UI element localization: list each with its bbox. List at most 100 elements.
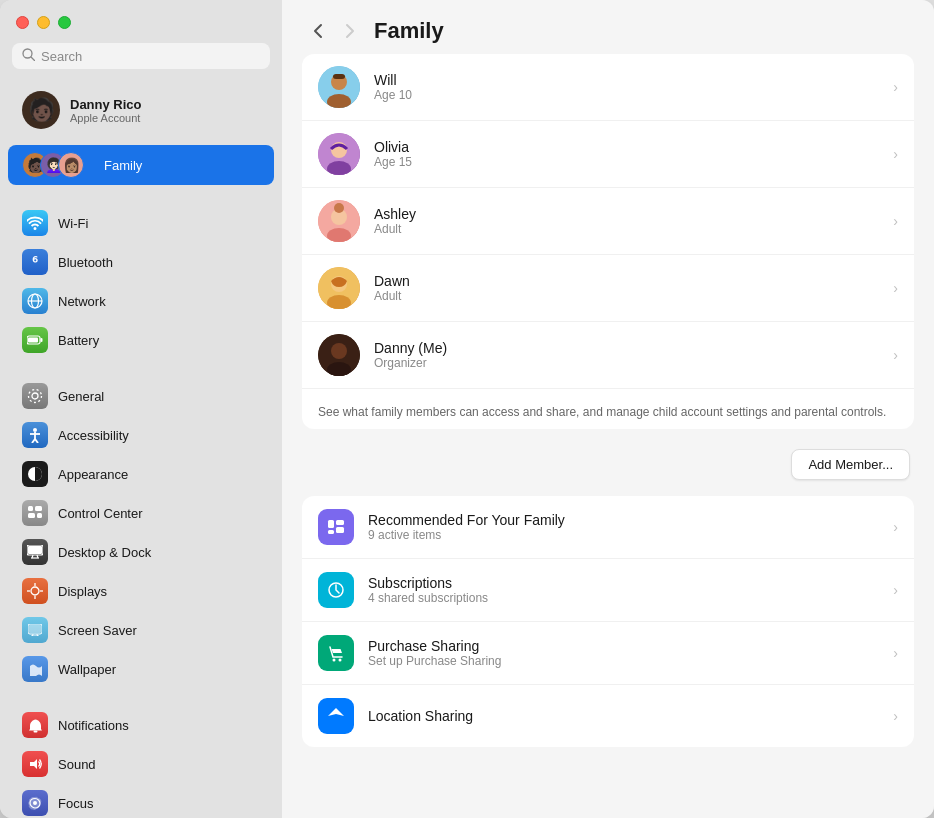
member-avatar-danny — [318, 334, 360, 376]
sidebar-item-displays[interactable]: Displays — [8, 572, 274, 610]
sidebar-item-accessibility[interactable]: Accessibility — [8, 416, 274, 454]
member-role-danny: Organizer — [374, 356, 879, 370]
account-info: Danny Rico Apple Account — [70, 97, 142, 124]
member-info-dawn: Dawn Adult — [374, 273, 879, 303]
member-avatar-dawn — [318, 267, 360, 309]
feature-row-purchase[interactable]: Purchase Sharing Set up Purchase Sharing… — [302, 622, 914, 685]
sidebar-item-network-label: Network — [58, 294, 106, 309]
member-name-ashley: Ashley — [374, 206, 879, 222]
forward-button[interactable] — [338, 19, 362, 43]
member-role-olivia: Age 15 — [374, 155, 879, 169]
feature-name-purchase: Purchase Sharing — [368, 638, 879, 654]
family-avatars: 🧑🏿 👩🏻‍🦱 👩🏽 — [22, 152, 84, 178]
chevron-recommended: › — [893, 519, 898, 535]
close-button[interactable] — [16, 16, 29, 29]
wallpaper-icon — [22, 656, 48, 682]
feature-name-subscriptions: Subscriptions — [368, 575, 879, 591]
sidebar-item-screensaver-label: Screen Saver — [58, 623, 137, 638]
feature-name-location: Location Sharing — [368, 708, 879, 724]
back-button[interactable] — [306, 19, 330, 43]
feature-info-purchase: Purchase Sharing Set up Purchase Sharing — [368, 638, 879, 668]
accessibility-icon — [22, 422, 48, 448]
account-name: Danny Rico — [70, 97, 142, 112]
sidebar-section-prefs: General Accessibility — [0, 376, 282, 689]
sidebar-item-sound[interactable]: Sound — [8, 745, 274, 783]
location-icon — [318, 698, 354, 734]
svg-point-53 — [331, 343, 347, 359]
chevron-right-icon-danny: › — [893, 347, 898, 363]
displays-icon — [22, 578, 48, 604]
sidebar-item-battery[interactable]: Battery — [8, 321, 274, 359]
member-row-will[interactable]: Will Age 10 › — [302, 54, 914, 121]
feature-row-location[interactable]: Location Sharing › — [302, 685, 914, 747]
sidebar-item-wallpaper-label: Wallpaper — [58, 662, 116, 677]
member-row-danny[interactable]: Danny (Me) Organizer › — [302, 322, 914, 389]
traffic-lights — [0, 0, 282, 39]
member-avatar-will — [318, 66, 360, 108]
sidebar-item-network[interactable]: Network — [8, 282, 274, 320]
sidebar-item-bluetooth[interactable]: ⁶ Bluetooth — [8, 243, 274, 281]
sidebar-item-notifications-label: Notifications — [58, 718, 129, 733]
sidebar-item-appearance[interactable]: Appearance — [8, 455, 274, 493]
sidebar-item-sound-label: Sound — [58, 757, 96, 772]
sidebar-item-screensaver[interactable]: Screen Saver — [8, 611, 274, 649]
sidebar-item-desktop-label: Desktop & Dock — [58, 545, 151, 560]
fullscreen-button[interactable] — [58, 16, 71, 29]
sidebar-item-desktop[interactable]: Desktop & Dock — [8, 533, 274, 571]
member-row-olivia[interactable]: Olivia Age 15 › — [302, 121, 914, 188]
feature-row-subscriptions[interactable]: Subscriptions 4 shared subscriptions › — [302, 559, 914, 622]
feature-sub-subscriptions: 4 shared subscriptions — [368, 591, 879, 605]
svg-rect-56 — [336, 520, 344, 525]
minimize-button[interactable] — [37, 16, 50, 29]
sidebar-item-general[interactable]: General — [8, 377, 274, 415]
sidebar-item-focus[interactable]: Focus — [8, 784, 274, 818]
member-info-ashley: Ashley Adult — [374, 206, 879, 236]
sidebar-item-wallpaper[interactable]: Wallpaper — [8, 650, 274, 688]
sidebar-section-misc: Notifications Sound — [0, 705, 282, 818]
page-title: Family — [374, 18, 444, 44]
svg-point-48 — [334, 203, 344, 213]
member-row-dawn[interactable]: Dawn Adult › — [302, 255, 914, 322]
add-member-button[interactable]: Add Member... — [791, 449, 910, 480]
feature-sub-purchase: Set up Purchase Sharing — [368, 654, 879, 668]
appearance-icon — [22, 461, 48, 487]
svg-point-60 — [333, 659, 336, 662]
feature-info-location: Location Sharing — [368, 708, 879, 724]
network-icon — [22, 288, 48, 314]
recommended-icon — [318, 509, 354, 545]
member-name-olivia: Olivia — [374, 139, 879, 155]
svg-rect-6 — [41, 338, 43, 342]
search-box[interactable]: Search — [12, 43, 270, 69]
feature-name-recommended: Recommended For Your Family — [368, 512, 879, 528]
chevron-right-icon-dawn: › — [893, 280, 898, 296]
focus-icon — [22, 790, 48, 816]
svg-point-37 — [33, 801, 37, 805]
sound-icon — [22, 751, 48, 777]
svg-rect-18 — [28, 513, 35, 518]
family-avatar-3: 👩🏽 — [58, 152, 84, 178]
main-header: Family — [282, 0, 934, 54]
member-avatar-ashley — [318, 200, 360, 242]
member-row-ashley[interactable]: Ashley Adult › — [302, 188, 914, 255]
main-content: Will Age 10 › — [282, 54, 934, 818]
feature-sub-recommended: 9 active items — [368, 528, 879, 542]
sidebar-item-controlcenter[interactable]: Control Center — [8, 494, 274, 532]
member-info-will: Will Age 10 — [374, 72, 879, 102]
account-avatar-emoji: 🧑🏿 — [28, 99, 55, 121]
sidebar-item-wifi[interactable]: Wi-Fi — [8, 204, 274, 242]
sidebar-section-network: Wi-Fi ⁶ Bluetooth Network — [0, 203, 282, 360]
sidebar-item-battery-label: Battery — [58, 333, 99, 348]
battery-icon — [22, 327, 48, 353]
sidebar-item-notifications[interactable]: Notifications — [8, 706, 274, 744]
subscriptions-icon — [318, 572, 354, 608]
sidebar-item-bluetooth-label: Bluetooth — [58, 255, 113, 270]
sidebar-item-family[interactable]: 🧑🏿 👩🏻‍🦱 👩🏽 Family — [8, 145, 274, 185]
screensaver-icon — [22, 617, 48, 643]
svg-point-9 — [29, 390, 42, 403]
feature-info-recommended: Recommended For Your Family 9 active ite… — [368, 512, 879, 542]
feature-row-recommended[interactable]: Recommended For Your Family 9 active ite… — [302, 496, 914, 559]
sidebar-item-appearance-label: Appearance — [58, 467, 128, 482]
search-icon — [22, 48, 35, 64]
apple-account-item[interactable]: 🧑🏿 Danny Rico Apple Account — [8, 81, 274, 139]
sidebar-item-wifi-label: Wi-Fi — [58, 216, 88, 231]
